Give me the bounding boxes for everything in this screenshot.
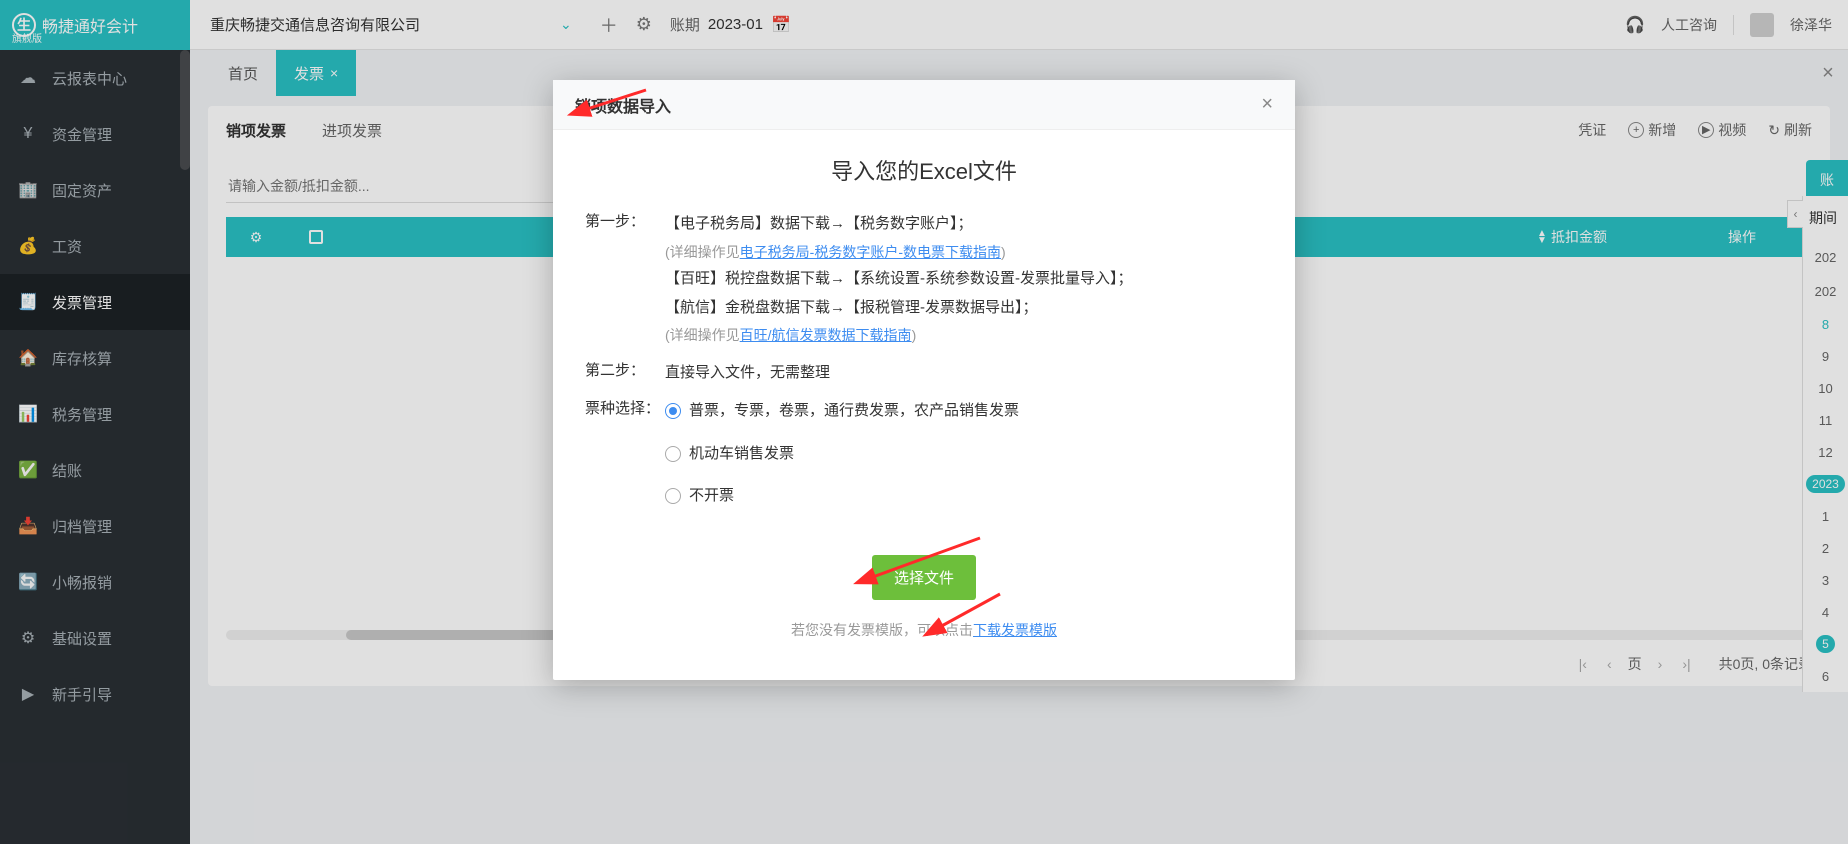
step1-sub2: (详细操作见百旺/航信发票数据下载指南) [665,322,1263,349]
radio-option-1[interactable]: 普票，专票，卷票，通行费发票，农产品销售发票 [665,397,1263,426]
guide-link-bwhx[interactable]: 百旺/航信发票数据下载指南 [740,327,912,343]
radio-icon [665,488,681,504]
step1-line1: 【电子税务局】数据下载→【税务数字账户】； [665,210,1263,239]
step2-text: 直接导入文件，无需整理 [665,359,1263,388]
step-1: 第一步： 【电子税务局】数据下载→【税务数字账户】； (详细操作见电子税务局-税… [585,210,1263,349]
step1-sub1: (详细操作见电子税务局-税务数字账户-数电票下载指南) [665,239,1263,266]
step-2: 第二步： 直接导入文件，无需整理 [585,359,1263,388]
select-file-button[interactable]: 选择文件 [872,555,976,600]
step1-line2: 【百旺】税控盘数据下载→【系统设置-系统参数设置-发票批量导入】； [665,265,1263,294]
radio-label: 不开票 [689,482,734,511]
close-icon[interactable]: × [1261,93,1273,116]
step1-line3: 【航信】金税盘数据下载→【报税管理-发票数据导出】； [665,294,1263,323]
step2-label: 第二步： [585,359,665,380]
step1-label: 第一步： [585,210,665,231]
modal-footer-text: 若您没有发票模版，可以点击下载发票模版 [585,620,1263,640]
modal-header: 销项数据导入 × [553,80,1295,130]
radio-option-3[interactable]: 不开票 [665,482,1263,511]
radio-icon [665,403,681,419]
download-template-link[interactable]: 下载发票模版 [973,622,1057,638]
type-options: 普票，专票，卷票，通行费发票，农产品销售发票 机动车销售发票 不开票 [665,397,1263,525]
type-select-row: 票种选择： 普票，专票，卷票，通行费发票，农产品销售发票 机动车销售发票 不开票 [585,397,1263,525]
radio-label: 普票，专票，卷票，通行费发票，农产品销售发票 [689,397,1019,426]
modal-title: 销项数据导入 [575,93,671,117]
step1-content: 【电子税务局】数据下载→【税务数字账户】； (详细操作见电子税务局-税务数字账户… [665,210,1263,349]
modal-heading: 导入您的Excel文件 [585,154,1263,186]
guide-link-tax[interactable]: 电子税务局-税务数字账户-数电票下载指南 [740,244,1001,260]
modal-body: 导入您的Excel文件 第一步： 【电子税务局】数据下载→【税务数字账户】； (… [553,130,1295,680]
radio-option-2[interactable]: 机动车销售发票 [665,440,1263,469]
radio-label: 机动车销售发票 [689,440,794,469]
import-modal: 销项数据导入 × 导入您的Excel文件 第一步： 【电子税务局】数据下载→【税… [553,80,1295,680]
type-label: 票种选择： [585,397,665,418]
radio-icon [665,446,681,462]
